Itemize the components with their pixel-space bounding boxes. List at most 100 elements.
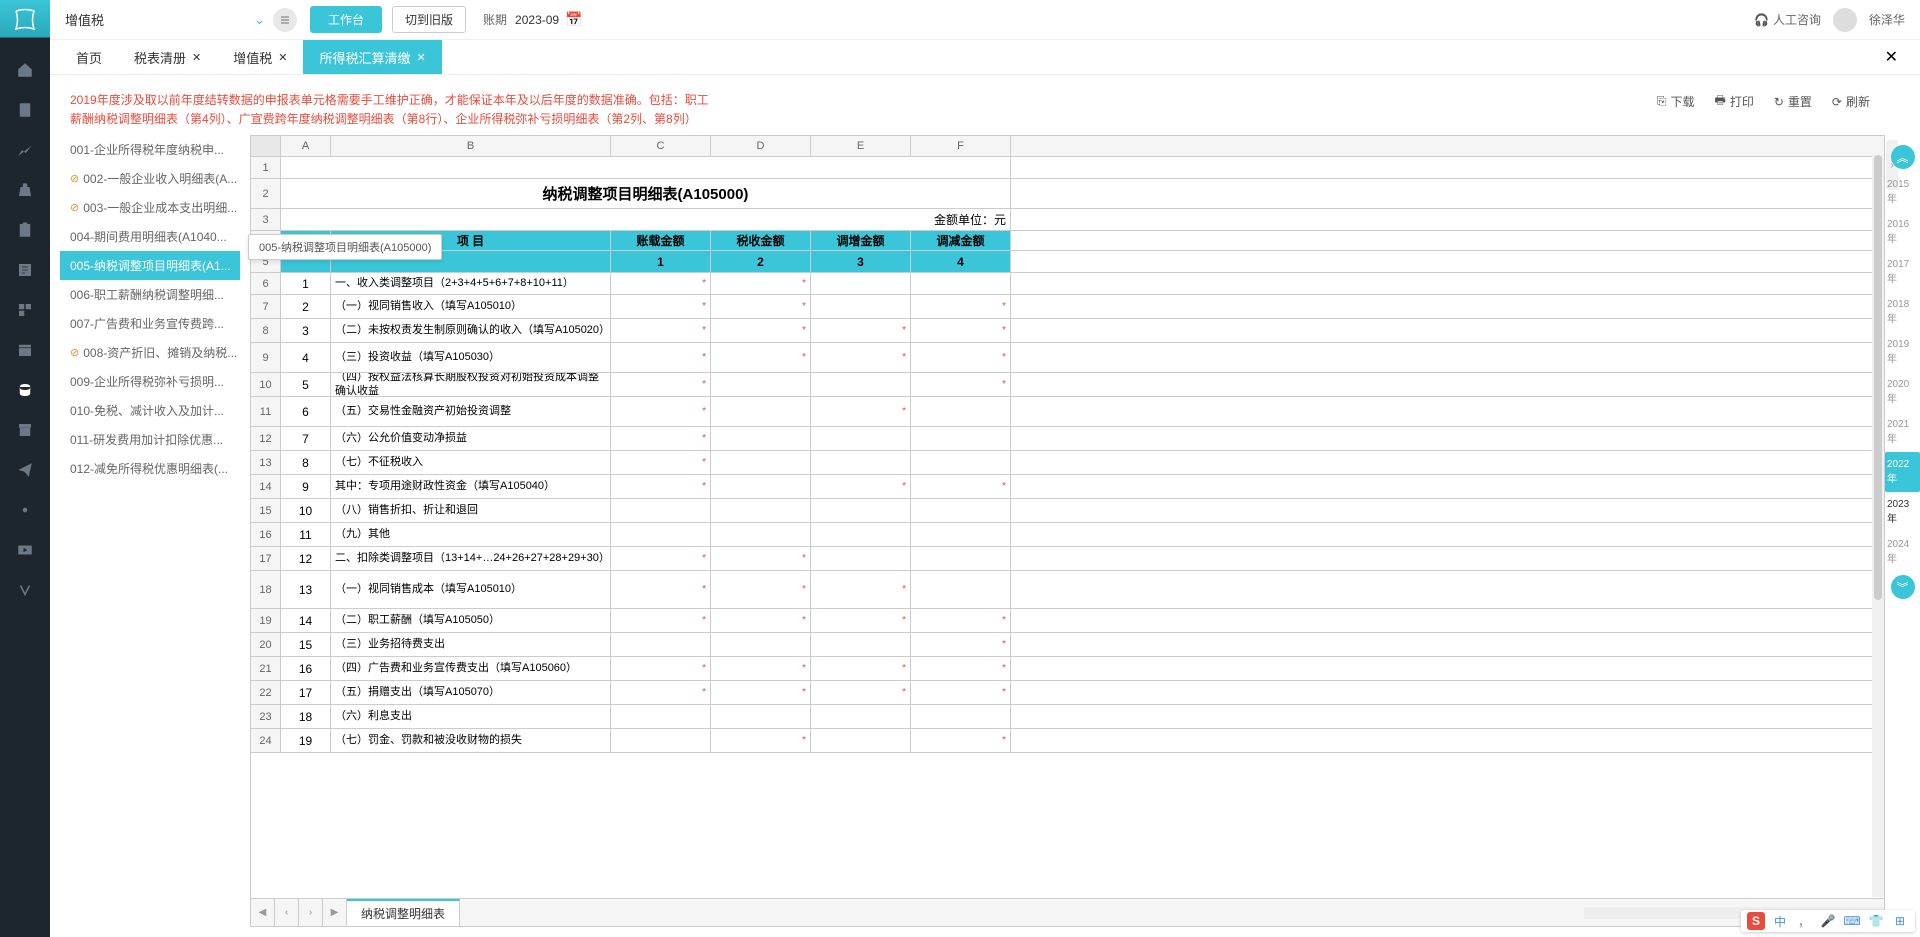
value-cell[interactable]: *: [611, 319, 711, 342]
col-header-A[interactable]: A: [281, 136, 331, 156]
tree-item-0[interactable]: 001-企业所得税年度纳税申...: [60, 135, 240, 164]
value-cell[interactable]: [611, 523, 711, 546]
reset-button[interactable]: ↻重置: [1774, 91, 1812, 112]
value-cell[interactable]: [811, 295, 911, 318]
value-cell[interactable]: [711, 499, 811, 522]
tree-item-7[interactable]: ⊘008-资产折旧、摊销及纳税...: [60, 338, 240, 367]
workbench-button[interactable]: 工作台: [310, 6, 382, 33]
value-cell[interactable]: [911, 273, 1011, 294]
value-cell[interactable]: *: [611, 373, 711, 396]
col-header-F[interactable]: F: [911, 136, 1011, 156]
row-header-17[interactable]: 17: [251, 547, 281, 571]
switch-old-button[interactable]: 切到旧版: [392, 6, 466, 33]
row-header-19[interactable]: 19: [251, 609, 281, 633]
tab-close-icon[interactable]: ✕: [278, 51, 287, 64]
cells-grid[interactable]: 纳税调整项目明细表(A105000)金额单位：元行次项 目账载金额税收金额调增金…: [281, 157, 1884, 753]
calendar-icon[interactable]: 📅: [565, 11, 582, 28]
value-cell[interactable]: [811, 273, 911, 294]
nav-send-icon[interactable]: [0, 450, 50, 490]
sheet-nav-next[interactable]: ›: [299, 899, 323, 926]
tree-item-4[interactable]: 005-纳税调整项目明细表(A1...: [60, 251, 240, 280]
row-header-13[interactable]: 13: [251, 451, 281, 475]
value-cell[interactable]: [711, 705, 811, 728]
nav-video-icon[interactable]: [0, 530, 50, 570]
row-header-18[interactable]: 18: [251, 571, 281, 609]
value-cell[interactable]: [611, 705, 711, 728]
value-cell[interactable]: *: [711, 571, 811, 608]
value-cell[interactable]: *: [911, 475, 1011, 498]
value-cell[interactable]: *: [711, 681, 811, 704]
row-header-24[interactable]: 24: [251, 729, 281, 753]
value-cell[interactable]: *: [911, 633, 1011, 656]
row-header-22[interactable]: 22: [251, 681, 281, 705]
value-cell[interactable]: *: [711, 609, 811, 632]
nav-doc-icon[interactable]: [0, 90, 50, 130]
year-item[interactable]: 2021年: [1885, 412, 1920, 452]
row-header-2[interactable]: 2: [251, 179, 281, 209]
value-cell[interactable]: [611, 729, 711, 752]
value-cell[interactable]: *: [711, 729, 811, 752]
value-cell[interactable]: *: [811, 475, 911, 498]
value-cell[interactable]: *: [911, 609, 1011, 632]
value-cell[interactable]: *: [711, 273, 811, 294]
row-header-6[interactable]: 6: [251, 273, 281, 295]
value-cell[interactable]: [911, 427, 1011, 450]
year-item[interactable]: 2024年: [1885, 532, 1920, 572]
value-cell[interactable]: *: [911, 681, 1011, 704]
value-cell[interactable]: *: [811, 343, 911, 372]
tree-item-9[interactable]: 010-免税、减计收入及加计...: [60, 396, 240, 425]
value-cell[interactable]: [811, 499, 911, 522]
row-header-3[interactable]: 3: [251, 209, 281, 231]
value-cell[interactable]: *: [611, 657, 711, 680]
value-cell[interactable]: [911, 547, 1011, 570]
value-cell[interactable]: [911, 705, 1011, 728]
row-header-16[interactable]: 16: [251, 523, 281, 547]
col-header-C[interactable]: C: [611, 136, 711, 156]
value-cell[interactable]: [711, 633, 811, 656]
value-cell[interactable]: [811, 705, 911, 728]
company-dropdown[interactable]: 增值税 ⌄: [65, 10, 265, 29]
sheet-nav-last[interactable]: ▶: [323, 899, 347, 926]
vertical-scrollbar[interactable]: [1872, 155, 1884, 897]
value-cell[interactable]: *: [911, 343, 1011, 372]
tab-close-icon[interactable]: ✕: [417, 51, 426, 64]
value-cell[interactable]: *: [611, 427, 711, 450]
nav-home-icon[interactable]: [0, 50, 50, 90]
sheet-tab[interactable]: 纳税调整明细表: [347, 899, 460, 926]
value-cell[interactable]: *: [611, 451, 711, 474]
download-button[interactable]: ⎘下载: [1657, 91, 1695, 112]
sheet-nav-prev[interactable]: ‹: [275, 899, 299, 926]
value-cell[interactable]: *: [611, 295, 711, 318]
tab-1[interactable]: 税表清册✕: [118, 40, 217, 74]
value-cell[interactable]: *: [911, 319, 1011, 342]
value-cell[interactable]: *: [911, 373, 1011, 396]
nav-template-icon[interactable]: [0, 290, 50, 330]
tree-item-11[interactable]: 012-减免所得税优惠明细表(...: [60, 454, 240, 483]
nav-v-icon[interactable]: [0, 570, 50, 610]
tab-close-icon[interactable]: ✕: [192, 51, 201, 64]
user-avatar[interactable]: [1833, 8, 1857, 32]
col-header-B[interactable]: B: [331, 136, 611, 156]
row-header-23[interactable]: 23: [251, 705, 281, 729]
nav-tax-icon[interactable]: [0, 370, 50, 410]
nav-bag-icon[interactable]: [0, 170, 50, 210]
tree-item-2[interactable]: ⊘003-一般企业成本支出明细...: [60, 193, 240, 222]
year-item[interactable]: 2020年: [1885, 372, 1920, 412]
year-item[interactable]: 2017年: [1885, 252, 1920, 292]
value-cell[interactable]: [711, 475, 811, 498]
value-cell[interactable]: [711, 427, 811, 450]
row-header-21[interactable]: 21: [251, 657, 281, 681]
year-scroll-down[interactable]: ︾: [1891, 575, 1915, 599]
tree-item-8[interactable]: 009-企业所得税弥补亏损明...: [60, 367, 240, 396]
year-item[interactable]: 2018年: [1885, 292, 1920, 332]
value-cell[interactable]: [811, 451, 911, 474]
year-item[interactable]: 2015年: [1885, 172, 1920, 212]
ime-punct-icon[interactable]: ，: [1795, 912, 1813, 930]
value-cell[interactable]: [711, 451, 811, 474]
nav-clipboard-icon[interactable]: [0, 210, 50, 250]
tab-0[interactable]: 首页: [60, 40, 118, 74]
tab-2[interactable]: 增值税✕: [217, 40, 303, 74]
value-cell[interactable]: [811, 547, 911, 570]
value-cell[interactable]: [711, 397, 811, 426]
value-cell[interactable]: [911, 499, 1011, 522]
